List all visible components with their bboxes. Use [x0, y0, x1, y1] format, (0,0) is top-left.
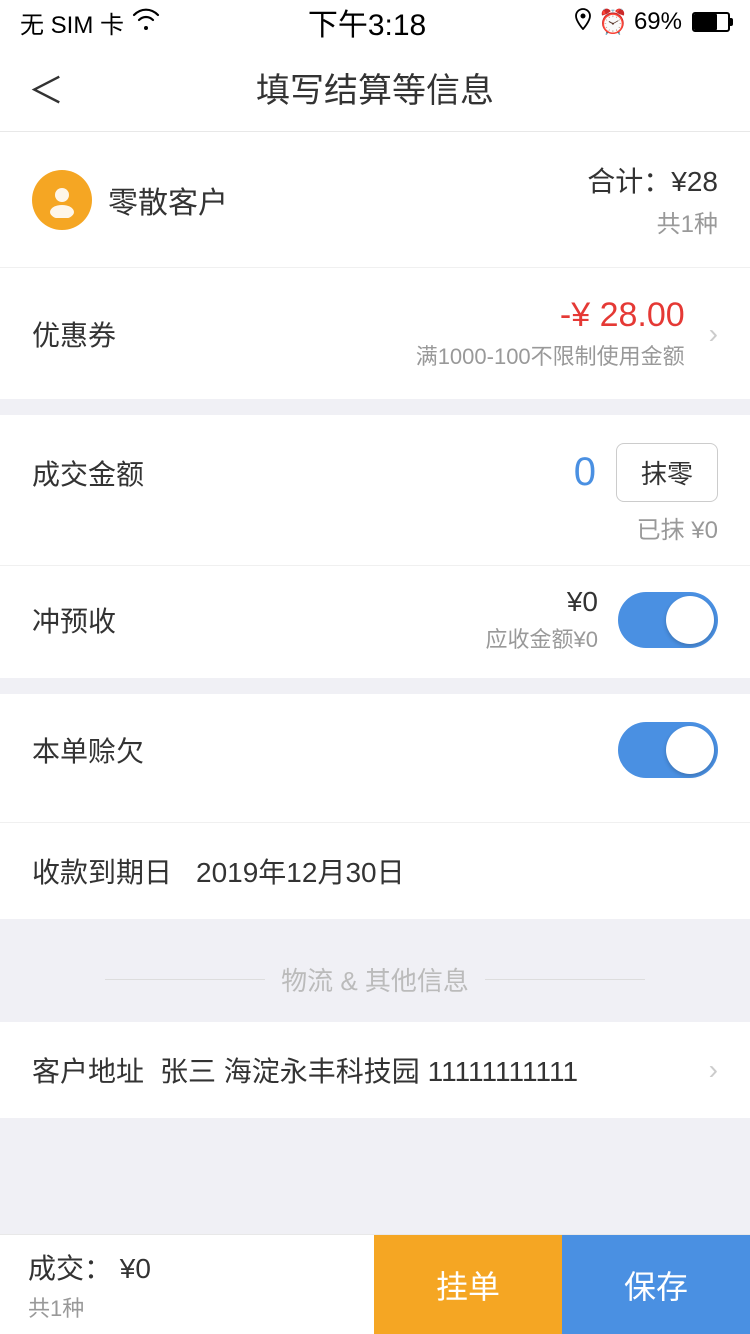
address-value: 张三 海淀永丰科技园 11111111111 [160, 1050, 685, 1090]
customer-avatar [32, 170, 92, 230]
coupon-value: -¥ 28.00 [416, 296, 685, 335]
address-row[interactable]: 客户地址 张三 海淀永丰科技园 11111111111 › [0, 1022, 750, 1118]
customer-row: 零散客户 合计：¥28 共1种 [0, 132, 750, 267]
status-bar: 无 SIM 卡 下午3:18 ⏰ 69% [0, 0, 750, 44]
transaction-label: 成交金额 [32, 453, 144, 493]
bottom-bar: 成交： ¥0 共1种 挂单 保存 [0, 1234, 750, 1334]
summary-label: 成交： [28, 1253, 112, 1284]
summary-amount: ¥0 [120, 1253, 151, 1284]
amount-row: 成交金额 0 抹零 [32, 443, 718, 502]
coupon-sub: 满1000-100不限制使用金额 [416, 339, 685, 371]
total-amount: 合计：¥28 [587, 160, 718, 200]
toggle-knob [666, 596, 714, 644]
transaction-section: 成交金额 0 抹零 已抹 ¥0 冲预收 ¥0 应收金额¥0 [0, 415, 750, 678]
prepay-amount: ¥0 [486, 586, 598, 618]
status-right: ⏰ 69% [574, 8, 730, 37]
location-icon [574, 8, 592, 37]
divider-right [485, 979, 645, 980]
coupon-right: -¥ 28.00 满1000-100不限制使用金额 › [416, 296, 718, 371]
battery-icon [692, 12, 730, 32]
alarm-icon: ⏰ [598, 8, 628, 37]
status-time: 下午3:18 [308, 0, 426, 44]
transaction-value[interactable]: 0 [574, 450, 596, 495]
duedate-row: 收款到期日 2019年12月30日 [0, 822, 750, 919]
battery-percent: 69% [634, 8, 682, 36]
logistics-text: 物流 & 其他信息 [105, 961, 645, 998]
coupon-chevron-icon: › [709, 318, 718, 350]
duedate-value: 2019年12月30日 [196, 851, 405, 891]
coupon-row[interactable]: 优惠券 -¥ 28.00 满1000-100不限制使用金额 › [0, 267, 750, 399]
pending-button[interactable]: 挂单 [374, 1235, 562, 1334]
debt-label: 本单赊欠 [32, 730, 144, 770]
bottom-summary-count: 共1种 [28, 1291, 346, 1323]
transaction-sub: 已抹 ¥0 [32, 502, 718, 565]
bottom-summary-main: 成交： ¥0 [28, 1247, 346, 1287]
status-left: 无 SIM 卡 [20, 5, 160, 40]
logistics-label: 物流 & 其他信息 [281, 961, 469, 998]
prepay-right: ¥0 应收金额¥0 [486, 586, 718, 654]
round-button[interactable]: 抹零 [616, 443, 718, 502]
prepay-sub: 应收金额¥0 [486, 622, 598, 654]
prepay-values: ¥0 应收金额¥0 [486, 586, 598, 654]
prepay-label: 冲预收 [32, 600, 116, 640]
debt-section: 本单赊欠 收款到期日 2019年12月30日 [0, 694, 750, 919]
duedate-label: 收款到期日 [32, 851, 172, 891]
back-button[interactable]: ＜ [28, 62, 64, 114]
coupon-label: 优惠券 [32, 314, 116, 354]
address-chevron-icon: › [709, 1054, 718, 1086]
total-count: 共1种 [587, 204, 718, 239]
save-button[interactable]: 保存 [562, 1235, 750, 1334]
nav-bar: ＜ 填写结算等信息 [0, 44, 750, 132]
prepay-toggle[interactable] [618, 592, 718, 648]
amount-row-wrapper: 成交金额 0 抹零 已抹 ¥0 [0, 415, 750, 565]
debt-row: 本单赊欠 [0, 694, 750, 806]
customer-section: 零散客户 合计：¥28 共1种 优惠券 -¥ 28.00 满1000-100不限… [0, 132, 750, 399]
prepay-row: 冲预收 ¥0 应收金额¥0 [0, 565, 750, 678]
customer-summary: 合计：¥28 共1种 [587, 160, 718, 239]
customer-info: 零散客户 [32, 170, 228, 230]
debt-toggle-knob [666, 726, 714, 774]
logistics-divider: 物流 & 其他信息 [0, 935, 750, 1018]
page-title: 填写结算等信息 [256, 63, 494, 112]
wifi-icon [132, 8, 160, 36]
bottom-summary: 成交： ¥0 共1种 [0, 1247, 374, 1323]
sim-status: 无 SIM 卡 [20, 5, 124, 40]
debt-toggle[interactable] [618, 722, 718, 778]
divider-left [105, 979, 265, 980]
customer-name: 零散客户 [108, 178, 228, 222]
address-label: 客户地址 [32, 1050, 144, 1090]
